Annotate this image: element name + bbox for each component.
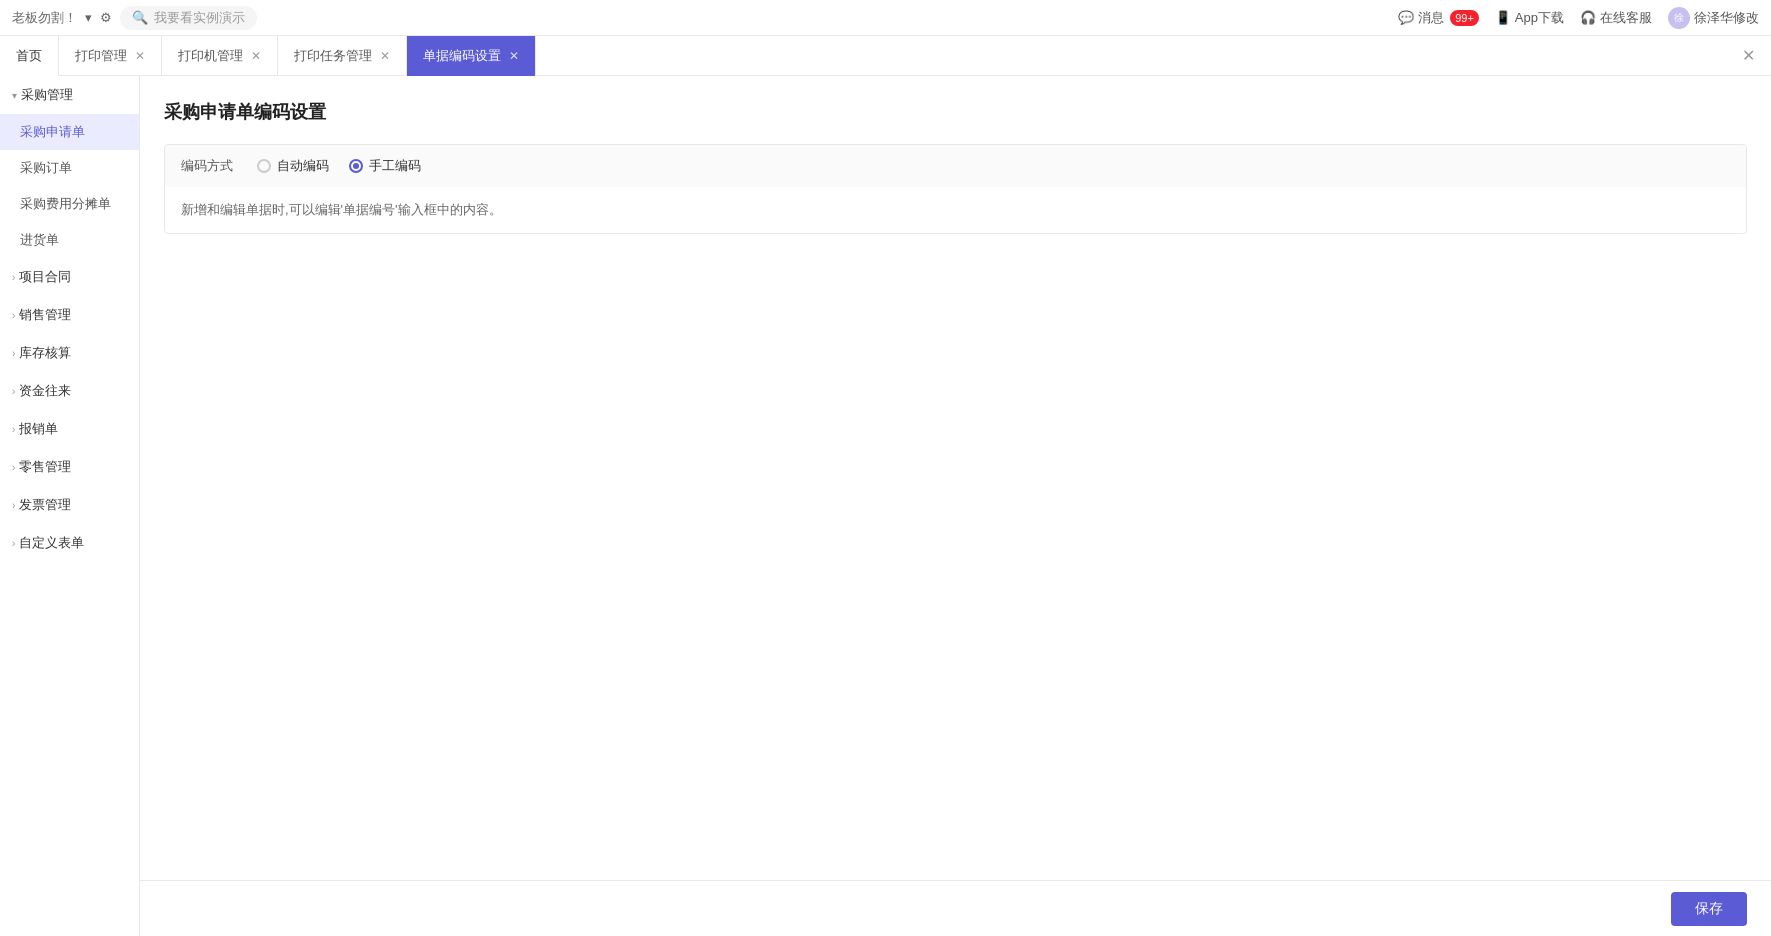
tab-print-mgmt[interactable]: 打印管理 ✕ <box>59 36 162 76</box>
chevron-right-icon: › <box>12 348 15 359</box>
radio-manual-label: 手工编码 <box>369 157 421 175</box>
chevron-right-icon: › <box>12 424 15 435</box>
sidebar-group-expense[interactable]: › 报销单 <box>0 410 139 448</box>
tab-printer-mgmt-close[interactable]: ✕ <box>251 49 261 63</box>
online-service-label: 在线客服 <box>1600 9 1652 27</box>
main-layout: ▾ 采购管理 采购申请单 采购订单 采购费用分摊单 进货单 › 项目合同 › 销… <box>0 76 1771 936</box>
sidebar-item-purchase-request[interactable]: 采购申请单 <box>0 114 139 150</box>
sidebar-group-capital[interactable]: › 资金往来 <box>0 372 139 410</box>
message-label: 消息 <box>1418 9 1444 27</box>
avatar: 徐 <box>1668 7 1690 29</box>
sidebar-group-purchase-label: 采购管理 <box>21 86 73 104</box>
tab-home-label: 首页 <box>16 47 42 65</box>
message-button[interactable]: 💬 消息 99+ <box>1398 9 1479 27</box>
sidebar-item-purchase-expense[interactable]: 采购费用分摊单 <box>0 186 139 222</box>
content-inner: 采购申请单编码设置 编码方式 自动编码 手工编码 <box>140 76 1771 880</box>
tab-print-task-mgmt-close[interactable]: ✕ <box>380 49 390 63</box>
sidebar-group-project[interactable]: › 项目合同 <box>0 258 139 296</box>
radio-group-coding: 自动编码 手工编码 <box>257 157 421 175</box>
chevron-right-icon: › <box>12 272 15 283</box>
sidebar-group-expense-label: 报销单 <box>19 420 58 438</box>
dropdown-icon[interactable]: ▾ <box>85 10 92 25</box>
sidebar-group-sales[interactable]: › 销售管理 <box>0 296 139 334</box>
sidebar-group-purchase-title[interactable]: ▾ 采购管理 <box>0 76 139 114</box>
tab-print-mgmt-close[interactable]: ✕ <box>135 49 145 63</box>
radio-auto-circle <box>257 159 271 173</box>
content-area: 采购申请单编码设置 编码方式 自动编码 手工编码 <box>140 76 1771 936</box>
sidebar-group-custom-form-label: 自定义表单 <box>19 534 84 552</box>
chevron-right-icon: › <box>12 500 15 511</box>
sidebar-item-inbound[interactable]: 进货单 <box>0 222 139 258</box>
sidebar-group-project-label: 项目合同 <box>19 268 71 286</box>
tab-single-code-settings-label: 单据编码设置 <box>423 47 501 65</box>
sidebar-item-purchase-order[interactable]: 采购订单 <box>0 150 139 186</box>
online-service-button[interactable]: 🎧 在线客服 <box>1580 9 1652 27</box>
info-text: 新增和编辑单据时,可以编辑'单据编号'输入框中的内容。 <box>165 187 1746 233</box>
message-badge: 99+ <box>1450 10 1479 26</box>
coding-section: 编码方式 自动编码 手工编码 新增和编辑单据时,可以编辑'单据编号'输入框中的内… <box>164 144 1747 234</box>
app-download-button[interactable]: 📱 App下载 <box>1495 9 1564 27</box>
app-download-label: App下载 <box>1515 9 1564 27</box>
page-title: 采购申请单编码设置 <box>164 100 1747 124</box>
chevron-right-icon: › <box>12 386 15 397</box>
tab-print-mgmt-label: 打印管理 <box>75 47 127 65</box>
sidebar-group-retail[interactable]: › 零售管理 <box>0 448 139 486</box>
sidebar-group-inventory[interactable]: › 库存核算 <box>0 334 139 372</box>
radio-auto-label: 自动编码 <box>277 157 329 175</box>
sidebar-group-sales-label: 销售管理 <box>19 306 71 324</box>
app-icon: 📱 <box>1495 10 1511 25</box>
chevron-right-icon: › <box>12 310 15 321</box>
settings-icon[interactable]: ⚙ <box>100 10 112 25</box>
chevron-right-icon: › <box>12 462 15 473</box>
user-profile[interactable]: 徐 徐泽华修改 <box>1668 7 1759 29</box>
radio-auto-coding[interactable]: 自动编码 <box>257 157 329 175</box>
tab-single-code-settings[interactable]: 单据编码设置 ✕ <box>407 36 536 76</box>
top-bar: 老板勿割！ ▾ ⚙ 🔍 我要看实例演示 💬 消息 99+ 📱 App下载 🎧 在… <box>0 0 1771 36</box>
tab-printer-mgmt[interactable]: 打印机管理 ✕ <box>162 36 278 76</box>
tab-bar: 首页 打印管理 ✕ 打印机管理 ✕ 打印任务管理 ✕ 单据编码设置 ✕ ✕ <box>0 36 1771 76</box>
tab-print-task-mgmt[interactable]: 打印任务管理 ✕ <box>278 36 407 76</box>
tab-home[interactable]: 首页 <box>0 36 59 76</box>
chevron-down-icon: ▾ <box>12 90 17 101</box>
sidebar-group-purchase: ▾ 采购管理 采购申请单 采购订单 采购费用分摊单 进货单 <box>0 76 139 258</box>
radio-manual-coding[interactable]: 手工编码 <box>349 157 421 175</box>
sidebar-group-invoice-label: 发票管理 <box>19 496 71 514</box>
search-text: 我要看实例演示 <box>154 9 245 27</box>
sidebar-group-custom-form[interactable]: › 自定义表单 <box>0 524 139 562</box>
content-footer: 保存 <box>140 880 1771 936</box>
radio-manual-circle <box>349 159 363 173</box>
tab-print-task-mgmt-label: 打印任务管理 <box>294 47 372 65</box>
tab-bar-close-all[interactable]: ✕ <box>1726 46 1771 65</box>
sidebar-group-invoice[interactable]: › 发票管理 <box>0 486 139 524</box>
sidebar-group-retail-label: 零售管理 <box>19 458 71 476</box>
message-icon: 💬 <box>1398 10 1414 25</box>
search-bar[interactable]: 🔍 我要看实例演示 <box>120 6 257 30</box>
tab-printer-mgmt-label: 打印机管理 <box>178 47 243 65</box>
coding-row: 编码方式 自动编码 手工编码 <box>165 145 1746 187</box>
sidebar-group-inventory-label: 库存核算 <box>19 344 71 362</box>
logo-text: 老板勿割！ <box>12 9 77 27</box>
top-bar-left: 老板勿割！ ▾ ⚙ 🔍 我要看实例演示 <box>12 6 257 30</box>
tab-single-code-settings-close[interactable]: ✕ <box>509 49 519 63</box>
coding-label: 编码方式 <box>181 157 233 175</box>
headset-icon: 🎧 <box>1580 10 1596 25</box>
sidebar-group-capital-label: 资金往来 <box>19 382 71 400</box>
user-name: 徐泽华修改 <box>1694 9 1759 27</box>
search-icon: 🔍 <box>132 10 148 25</box>
save-button[interactable]: 保存 <box>1671 892 1747 926</box>
sidebar: ▾ 采购管理 采购申请单 采购订单 采购费用分摊单 进货单 › 项目合同 › 销… <box>0 76 140 936</box>
chevron-right-icon: › <box>12 538 15 549</box>
top-bar-right: 💬 消息 99+ 📱 App下载 🎧 在线客服 徐 徐泽华修改 <box>1398 7 1759 29</box>
